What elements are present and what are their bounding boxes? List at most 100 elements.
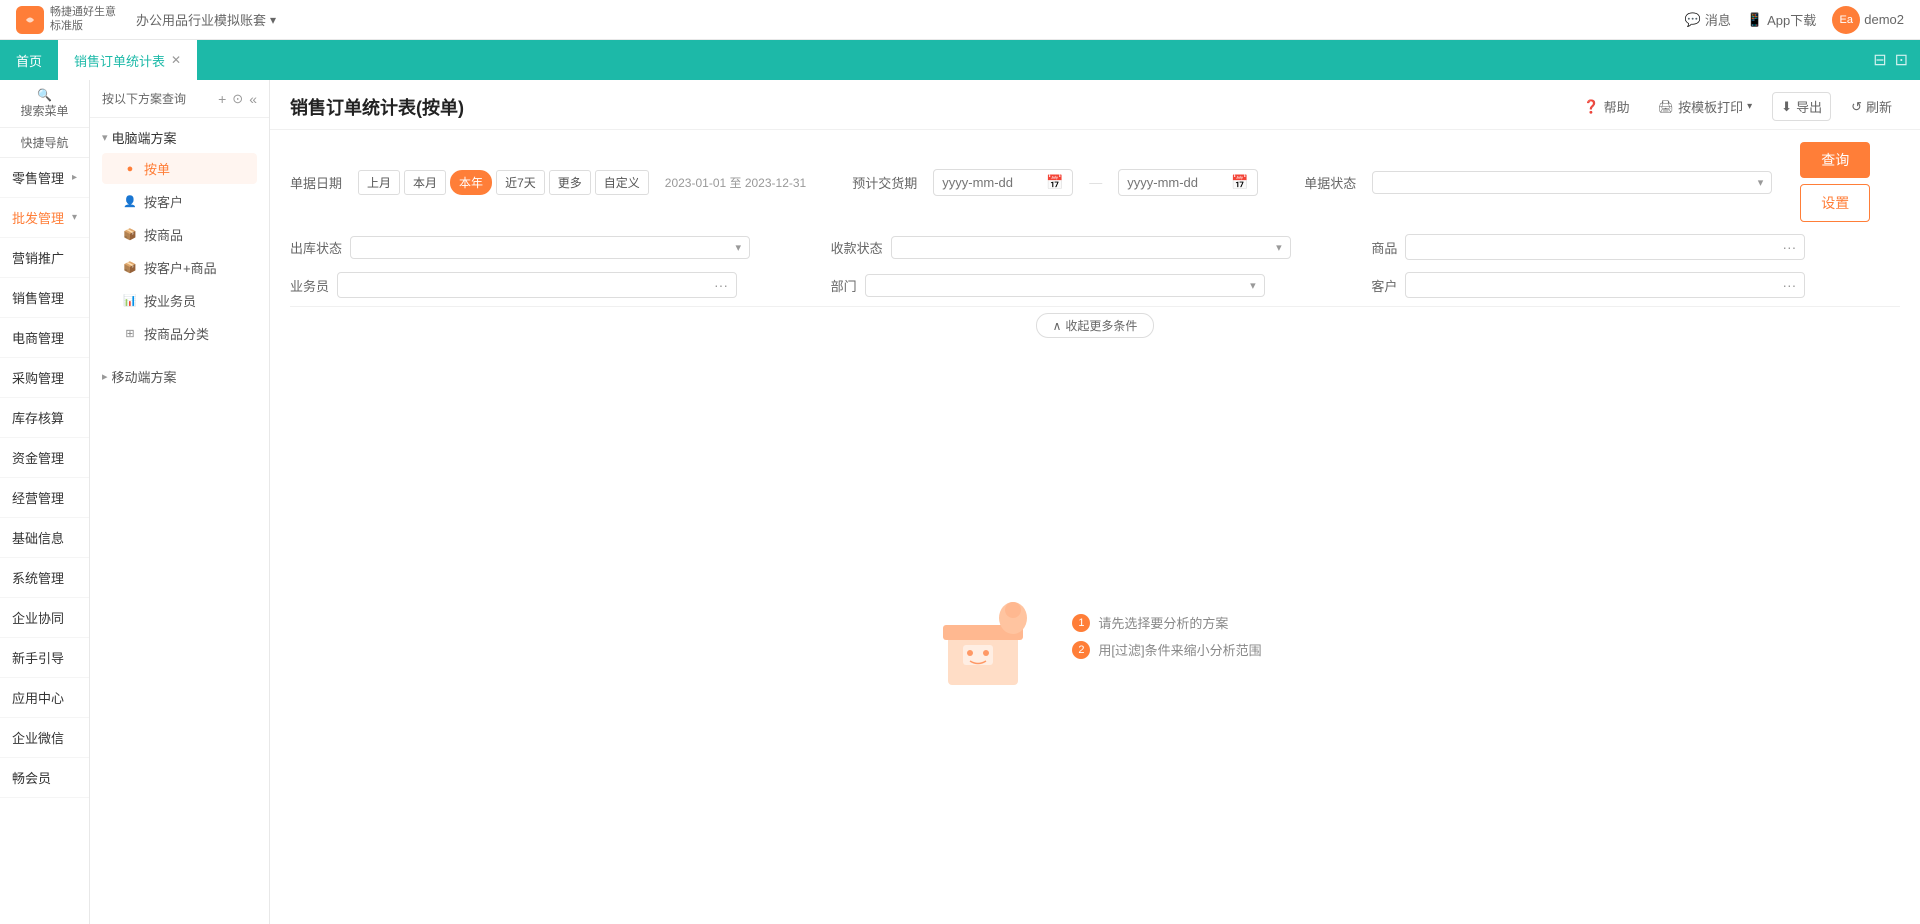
- scheme-icon-customer: 👤: [122, 194, 138, 210]
- salesperson-ellipsis[interactable]: ···: [714, 277, 728, 293]
- tab-home[interactable]: 首页: [0, 40, 58, 80]
- date-filter-label: 单据日期: [290, 173, 342, 192]
- sidebar-search[interactable]: 🔍 搜索菜单: [0, 80, 89, 128]
- date-quick-btns: 上月 本月 本年 近7天 更多 自定义: [358, 170, 649, 195]
- scheme-by-customer-goods[interactable]: 📦 按客户+商品: [102, 252, 257, 283]
- print-icon: 🖨: [1658, 99, 1675, 115]
- sidebar-item-basic[interactable]: 基础信息: [0, 518, 89, 558]
- scheme-by-order[interactable]: ● 按单: [102, 153, 257, 184]
- print-btn[interactable]: 🖨 按模板打印 ▾: [1650, 93, 1761, 120]
- breadcrumb-dropdown[interactable]: ▾: [270, 13, 276, 27]
- sidebar-item-newbie[interactable]: 新手引导: [0, 638, 89, 678]
- collapse-icon: ∧: [1053, 319, 1062, 333]
- sidebar-quick-nav[interactable]: 快捷导航: [0, 128, 89, 158]
- user-area[interactable]: Ea demo2: [1832, 6, 1904, 34]
- sidebar-item-system[interactable]: 系统管理: [0, 558, 89, 598]
- goods-ellipsis[interactable]: ···: [1782, 239, 1796, 255]
- department-select[interactable]: ▾: [865, 274, 1265, 297]
- date-range-display: 2023-01-01 至 2023-12-31: [665, 174, 806, 191]
- pc-scheme-category: ▾ 电脑端方案 ● 按单 👤 按客户 📦 按商品 📦 按客户+商品: [90, 118, 269, 357]
- add-scheme-btn[interactable]: +: [218, 91, 226, 107]
- content-area: 按以下方案查询 + ⊙ « ▾ 电脑端方案 ● 按单 👤: [90, 80, 1920, 924]
- tab-bar: 首页 销售订单统计表 ✕ ⊟ ⊡: [0, 40, 1920, 80]
- empty-svg: [928, 590, 1048, 690]
- sidebar: 🔍 搜索菜单 快捷导航 零售管理 ▸ 批发管理 ▾ 营销推广 销售管理 电商管理…: [0, 80, 90, 924]
- edit-scheme-btn[interactable]: ⊙: [232, 91, 243, 107]
- sidebar-item-wholesale[interactable]: 批发管理 ▾: [0, 198, 89, 238]
- main-layout: 🔍 搜索菜单 快捷导航 零售管理 ▸ 批发管理 ▾ 营销推广 销售管理 电商管理…: [0, 80, 1920, 924]
- expected-date-end-wrapper: 📅: [1118, 169, 1258, 196]
- help-btn[interactable]: ❓ 帮助: [1575, 93, 1637, 120]
- expected-date-start-input[interactable]: [942, 175, 1042, 190]
- date-last-month[interactable]: 上月: [358, 170, 400, 195]
- scheme-icon-category: ⊞: [122, 326, 138, 342]
- calendar-start-icon[interactable]: 📅: [1046, 174, 1063, 191]
- left-panel-header: 按以下方案查询 + ⊙ «: [90, 80, 269, 118]
- mobile-category-title[interactable]: ▸ 移动端方案: [102, 363, 257, 390]
- calendar-end-icon[interactable]: 📅: [1231, 174, 1248, 191]
- sidebar-item-finance[interactable]: 资金管理: [0, 438, 89, 478]
- scheme-by-customer[interactable]: 👤 按客户: [102, 186, 257, 217]
- date-last-7days[interactable]: 近7天: [496, 170, 545, 195]
- goods-cell: 商品 ···: [1371, 234, 1900, 260]
- tab-bar-right: ⊟ ⊡: [1873, 50, 1920, 70]
- date-this-year[interactable]: 本年: [450, 170, 492, 195]
- filter-row-date: 单据日期 上月 本月 本年 近7天 更多 自定义 2023-01-01 至 20…: [290, 142, 1900, 222]
- tab-sales-order-stat[interactable]: 销售订单统计表 ✕: [58, 40, 197, 80]
- tab-expand-btn[interactable]: ⊡: [1895, 50, 1908, 70]
- date-this-month[interactable]: 本月: [404, 170, 446, 195]
- salesperson-select[interactable]: ···: [337, 272, 737, 298]
- search-icon: 🔍: [37, 88, 52, 102]
- tip-num-1: 1: [1072, 614, 1090, 632]
- scheme-by-salesperson[interactable]: 📊 按业务员: [102, 285, 257, 316]
- collapse-panel-btn[interactable]: «: [249, 91, 257, 107]
- empty-tip-1: 1 请先选择要分析的方案: [1072, 613, 1261, 632]
- expected-date-end-input[interactable]: [1127, 175, 1227, 190]
- sidebar-item-ecommerce[interactable]: 电商管理: [0, 318, 89, 358]
- filter-row-2: 出库状态 ▾ 收款状态 ▾ 商品: [290, 234, 1900, 260]
- doc-status-select[interactable]: ▾: [1372, 171, 1772, 194]
- left-panel-actions: + ⊙ «: [218, 91, 257, 107]
- date-more[interactable]: 更多: [549, 170, 591, 195]
- query-btn[interactable]: 查询: [1800, 142, 1870, 178]
- sidebar-item-marketing[interactable]: 营销推广: [0, 238, 89, 278]
- empty-tips: 1 请先选择要分析的方案 2 用[过滤]条件来缩小分析范围: [1072, 613, 1261, 667]
- customer-cell: 客户 ···: [1371, 272, 1900, 298]
- pc-category-title[interactable]: ▾ 电脑端方案: [102, 124, 257, 151]
- department-arrow: ▾: [1250, 279, 1256, 292]
- date-custom[interactable]: 自定义: [595, 170, 649, 195]
- sidebar-item-operation[interactable]: 经营管理: [0, 478, 89, 518]
- sidebar-item-sales[interactable]: 销售管理: [0, 278, 89, 318]
- refresh-icon: ↺: [1851, 99, 1862, 115]
- goods-select[interactable]: ···: [1405, 234, 1805, 260]
- customer-select[interactable]: ···: [1405, 272, 1805, 298]
- app-download-btn[interactable]: 📱 App下载: [1747, 10, 1816, 29]
- sidebar-item-enterprise[interactable]: 企业协同: [0, 598, 89, 638]
- tab-minimize-btn[interactable]: ⊟: [1873, 50, 1886, 70]
- help-icon: ❓: [1583, 99, 1599, 115]
- sidebar-item-weixin[interactable]: 企业微信: [0, 718, 89, 758]
- settings-btn[interactable]: 设置: [1800, 184, 1870, 222]
- export-btn[interactable]: ⬇ 导出: [1772, 92, 1831, 121]
- message-icon: 💬: [1685, 12, 1701, 28]
- logo-text: 畅捷通好生意 标准版: [50, 6, 116, 32]
- messages-btn[interactable]: 💬 消息: [1685, 10, 1731, 29]
- tab-close-btn[interactable]: ✕: [171, 53, 181, 67]
- collapse-more-btn[interactable]: ∧ 收起更多条件: [1036, 313, 1155, 338]
- sidebar-item-retail[interactable]: 零售管理 ▸: [0, 158, 89, 198]
- customer-ellipsis[interactable]: ···: [1782, 277, 1796, 293]
- scheme-icon-salesperson: 📊: [122, 293, 138, 309]
- refresh-btn[interactable]: ↺ 刷新: [1843, 93, 1900, 120]
- date-divider: —: [1089, 175, 1102, 190]
- sidebar-item-inventory[interactable]: 库存核算: [0, 398, 89, 438]
- scheme-by-goods-category[interactable]: ⊞ 按商品分类: [102, 318, 257, 349]
- ship-status-select[interactable]: ▾: [350, 236, 750, 259]
- salesperson-cell: 业务员 ···: [290, 272, 819, 298]
- tip-num-2: 2: [1072, 641, 1090, 659]
- scheme-by-goods[interactable]: 📦 按商品: [102, 219, 257, 250]
- sidebar-item-purchase[interactable]: 采购管理: [0, 358, 89, 398]
- sidebar-item-member[interactable]: 畅会员: [0, 758, 89, 798]
- payment-status-select[interactable]: ▾: [891, 236, 1291, 259]
- export-icon: ⬇: [1781, 99, 1792, 115]
- sidebar-item-appstore[interactable]: 应用中心: [0, 678, 89, 718]
